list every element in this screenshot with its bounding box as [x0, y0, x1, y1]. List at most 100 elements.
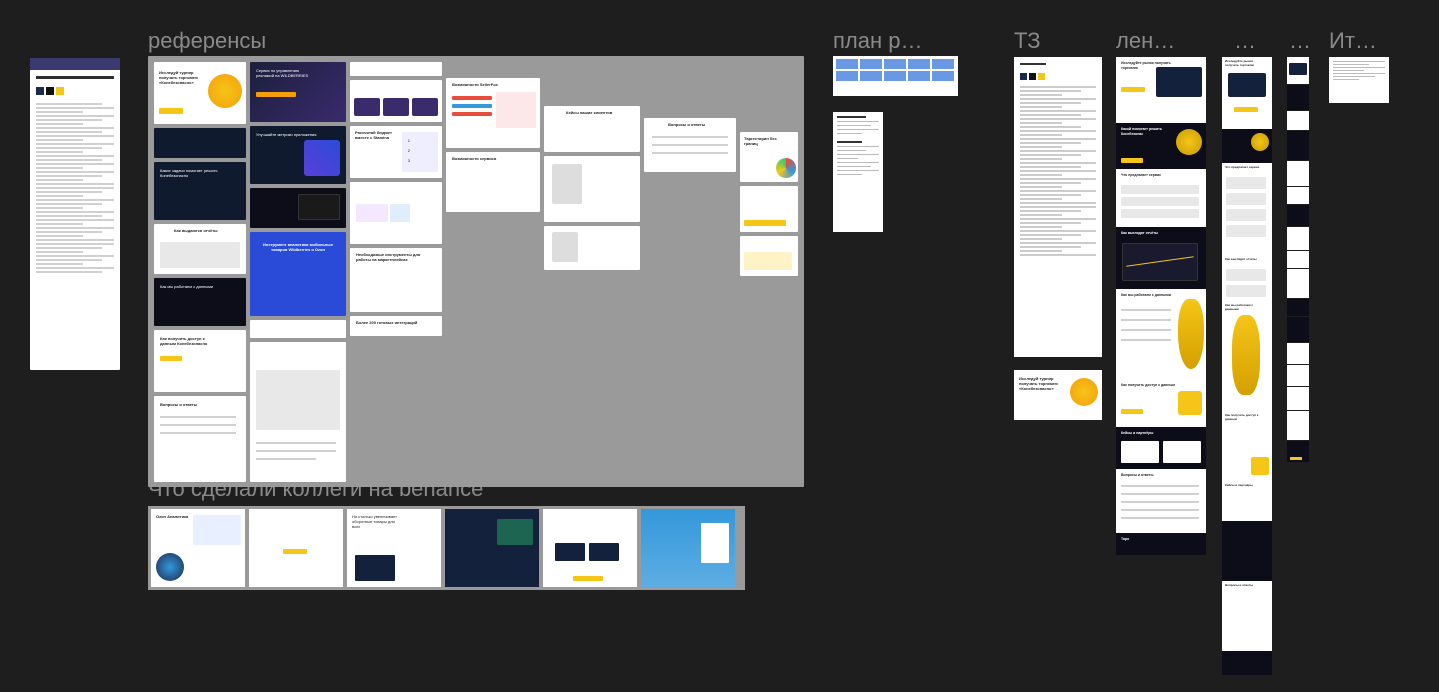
ref-thumb-reports[interactable]: Как выдаются отчёты [154, 224, 246, 274]
responsive-section-8[interactable]: Вопросы и ответы [1222, 581, 1272, 651]
lending-section-chart-dark[interactable]: Как выглядят отчёты [1116, 227, 1206, 289]
ref-thumb-dashboard-dark[interactable] [250, 188, 346, 228]
mobile-section-3[interactable] [1287, 131, 1309, 161]
ref-thumb-person-1[interactable] [544, 156, 640, 222]
mobile-section-13[interactable] [1287, 365, 1309, 387]
ref-thumb-topo-hero[interactable]: Исследуй турнир получать торговлю «Конеб… [154, 62, 246, 124]
figma-canvas[interactable]: референсы план р… ТЗ лен… … … Ит… Что сд… [0, 0, 1439, 692]
mobile-section-5[interactable] [1287, 187, 1309, 205]
tz-document-thumb[interactable] [1014, 57, 1102, 357]
lending-section-title: Как мы работаем с данными [1121, 293, 1181, 298]
mobile-section-7[interactable] [1287, 227, 1309, 251]
mobile-section-15[interactable] [1287, 411, 1309, 441]
section-label-col4: … [1234, 28, 1256, 54]
responsive-section-6[interactable]: Кейсы и партнёры [1222, 481, 1272, 521]
ref-thumb-tiny-header[interactable] [350, 62, 442, 76]
ref-thumb-wb-ads[interactable]: Сервис по управлению рекламой на WILDBER… [250, 62, 346, 122]
plan-board-cells[interactable] [833, 56, 958, 96]
ref-thumb-service-features[interactable]: Возможности сервиса [446, 152, 540, 212]
responsive-section-2[interactable]: Что предлагает сервис [1222, 163, 1272, 255]
ref-thumb-qa[interactable]: Вопросы и ответы [644, 118, 736, 172]
ref-thumb-browser-shot[interactable] [250, 342, 346, 482]
section-label-itog: Ит… [1329, 28, 1377, 54]
responsive-section-3[interactable]: Как выглядят отчёты [1222, 255, 1272, 301]
ref-thumb-opportunities[interactable] [154, 128, 246, 158]
lending-section-promo-dark[interactable]: Какой помогает решить Конебезопас [1116, 123, 1206, 169]
mobile-section-2[interactable] [1287, 111, 1309, 131]
mobile-section-8[interactable] [1287, 251, 1309, 269]
section-label-plan: план р… [833, 28, 922, 54]
mobile-section-6[interactable] [1287, 205, 1309, 227]
behance-thumb-6[interactable] [641, 509, 735, 587]
ref-thumb-faq[interactable]: Вопросы и ответы [154, 396, 246, 482]
ref-thumb-200-integrations[interactable]: Более 200 готовых интеграций [350, 316, 442, 336]
behance-thumb-5[interactable] [543, 509, 637, 587]
tz-hero-thumb[interactable]: Исследуй турнир получать торговлю «Конеб… [1014, 370, 1102, 420]
lending-section-header[interactable]: Исследуйте рынок получать торговлю [1116, 57, 1206, 123]
ref-thumb-target-2[interactable] [740, 186, 798, 232]
ref-thumb-metrics[interactable]: Улучшайте метрики приложения [250, 126, 346, 184]
responsive-section-1[interactable] [1222, 129, 1272, 163]
mobile-section-0[interactable] [1287, 57, 1309, 85]
ref-thumb-target-3[interactable] [740, 236, 798, 276]
ref-thumb-badges[interactable] [350, 80, 442, 122]
ref-thumb-cases[interactable]: Кейсы наших клиентов [544, 106, 640, 152]
lending-column: Исследуйте рынок получать торговлю Какой … [1116, 57, 1206, 555]
behance-thumb-3[interactable]: На столько увеличивает оборотные товары … [347, 509, 441, 587]
ref-thumb-target[interactable]: Таргестирин без границ [740, 132, 798, 182]
lending-section-footer[interactable]: Topo [1116, 533, 1206, 555]
mobile-column [1287, 57, 1309, 463]
mobile-section-9[interactable] [1287, 269, 1309, 299]
responsive-section-4[interactable]: Как мы работаем с данными [1222, 301, 1272, 411]
responsive-column: Исследуйте рынок получать торговлю Что пр… [1222, 57, 1272, 675]
lending-section-rabotaem[interactable]: Как мы работаем с данными [1116, 289, 1206, 379]
ref-thumb-person-2[interactable] [544, 226, 640, 270]
behance-thumb-4[interactable] [445, 509, 539, 587]
mobile-section-11[interactable] [1287, 317, 1309, 343]
responsive-section-7[interactable] [1222, 521, 1272, 581]
mobile-section-12[interactable] [1287, 343, 1309, 365]
lending-section-title: Вопросы и ответы [1121, 473, 1181, 478]
lending-section-access[interactable]: Как получить доступ к данным [1116, 379, 1206, 427]
lending-section-title: Что предлагает сервис [1121, 173, 1181, 178]
lending-section-title: Какой помогает решить Конебезопас [1121, 127, 1181, 136]
itog-lines [1329, 57, 1389, 84]
responsive-section-0[interactable]: Исследуйте рынок получать торговлю [1222, 57, 1272, 129]
lending-section-faq[interactable]: Вопросы и ответы [1116, 469, 1206, 533]
mobile-section-10[interactable] [1287, 299, 1309, 317]
ref-thumb-wb-ozon[interactable]: Инструмент аналитики мобильных товаров W… [250, 232, 346, 316]
ref-thumb-access[interactable]: Как получить доступ к данным Конебезопас… [154, 330, 246, 392]
ref-thumb-tasks-dark[interactable]: Какие задачи помогает решить Конебезопас… [154, 162, 246, 220]
behance-board[interactable]: Ozon Аналитика Яндекс Аналитика На столь… [148, 506, 745, 590]
behance-thumb-yandex[interactable]: Яндекс Аналитика [249, 509, 343, 587]
lending-section-title: Topo [1121, 537, 1181, 542]
references-board[interactable]: Исследуй турнир получать торговлю «Конеб… [148, 56, 804, 487]
plan-doc-list[interactable] [833, 112, 883, 232]
section-label-references: референсы [148, 28, 266, 54]
doc-title-strip [36, 76, 114, 79]
doc-body-lines [30, 101, 120, 370]
tz-lines [1014, 84, 1102, 258]
color-swatches [36, 87, 114, 95]
responsive-section-9[interactable] [1222, 651, 1272, 675]
responsive-section-5[interactable]: Как получить доступ к данным [1222, 411, 1272, 481]
lending-section-pro[interactable]: Что предлагает сервис [1116, 169, 1206, 227]
brief-document-thumb[interactable] [30, 58, 120, 370]
mobile-section-4[interactable] [1287, 161, 1309, 187]
mobile-section-14[interactable] [1287, 387, 1309, 411]
ref-thumb-budget-steps[interactable]: Рассчитай бюджет вместе с Stamina 1 2 3 [350, 126, 442, 178]
lending-section-partners[interactable]: Кейсы и партнёры [1116, 427, 1206, 469]
section-label-col5: … [1289, 28, 1311, 54]
ref-thumb-sellerfox[interactable]: Возможности SellerFox [446, 78, 540, 148]
lending-section-title: Как получить доступ к данным [1121, 383, 1181, 388]
ref-thumb-popular-services[interactable] [250, 320, 346, 338]
lending-section-title: Кейсы и партнёры [1121, 431, 1181, 436]
mobile-section-1[interactable] [1287, 85, 1309, 111]
itog-document-thumb[interactable] [1329, 57, 1389, 103]
behance-thumb-ozon[interactable]: Ozon Аналитика [151, 509, 245, 587]
ref-thumb-data-dark[interactable]: Как мы работаем с данными [154, 278, 246, 326]
ref-thumb-chart-list[interactable] [350, 182, 442, 244]
plan-cells [833, 56, 958, 84]
lending-section-title: Как выглядят отчёты [1121, 231, 1181, 236]
ref-thumb-tools[interactable]: Необходимые инструменты для работы на ма… [350, 248, 442, 312]
